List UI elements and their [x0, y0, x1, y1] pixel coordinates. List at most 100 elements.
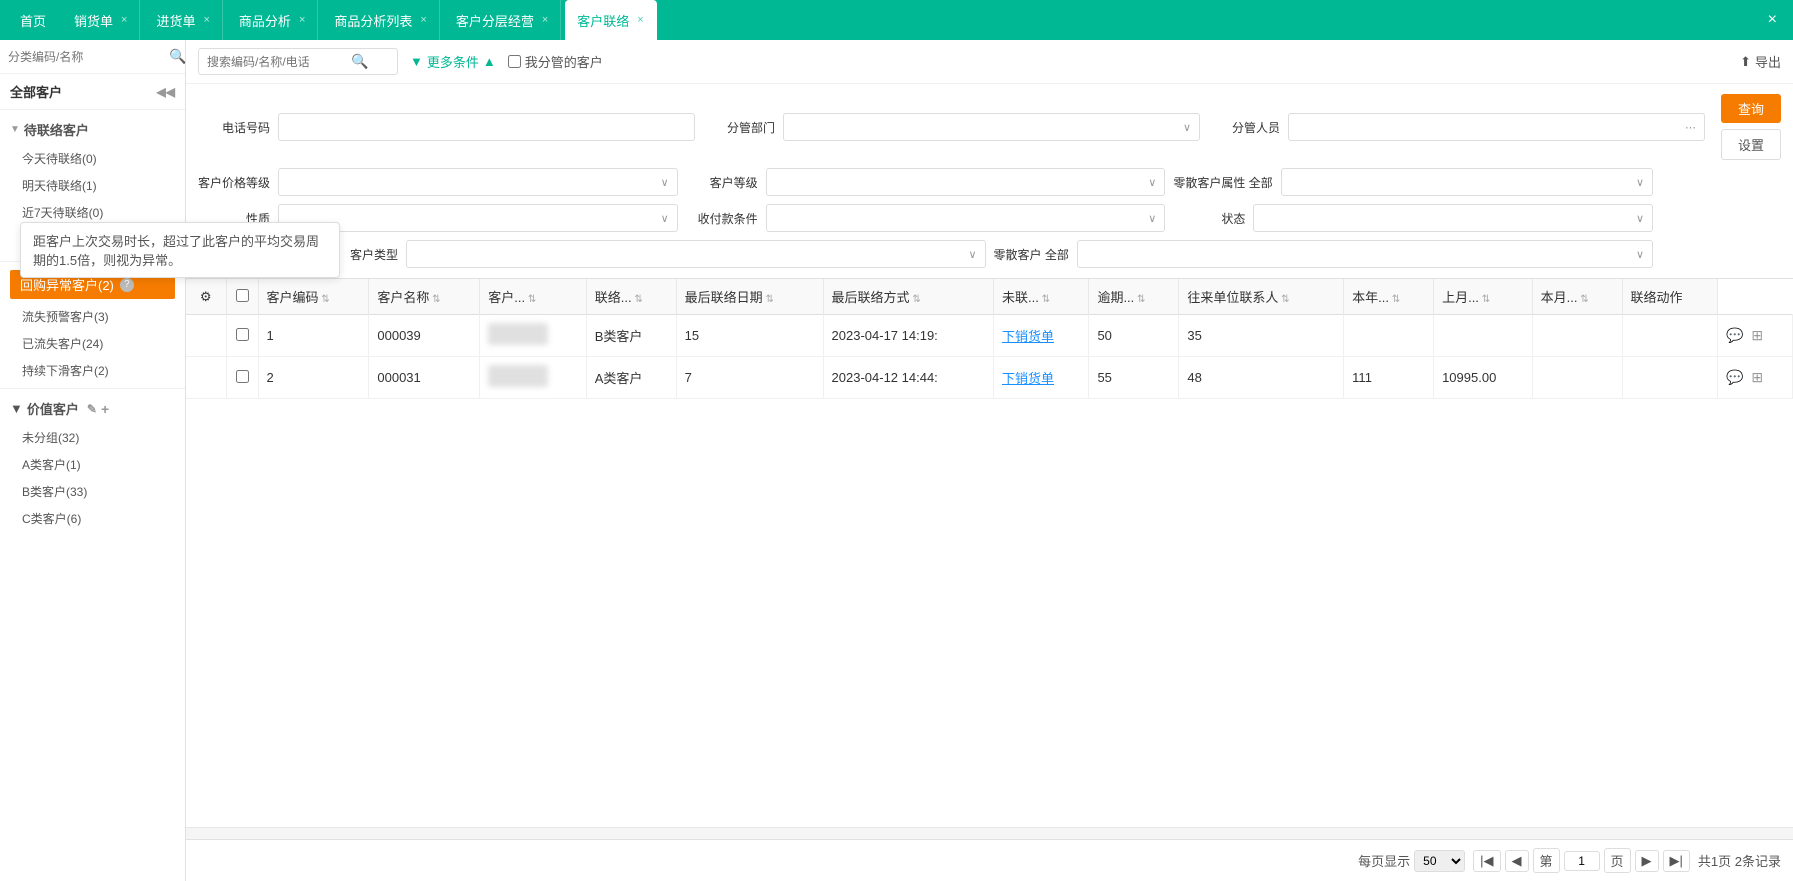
filter-select-customer-type[interactable]: ∨: [406, 240, 986, 268]
nav-tab-customer-segment[interactable]: 客户分层经营 ×: [444, 0, 561, 40]
grid-icon[interactable]: ⊞: [1751, 369, 1763, 386]
filter-select-price-level[interactable]: ∨: [278, 168, 678, 196]
sidebar-group-pending-title[interactable]: ▼ 待联络客户: [0, 114, 185, 145]
sidebar-item-b-class[interactable]: B类客户(33): [0, 478, 185, 505]
close-icon[interactable]: ×: [299, 14, 305, 26]
my-customers-checkbox[interactable]: [508, 55, 521, 68]
cell-checkbox[interactable]: [226, 357, 258, 399]
filter-field-manager: 分管人员 ⋯: [1208, 113, 1705, 141]
cell-customer-type: A类客户: [586, 357, 676, 399]
more-conditions-button[interactable]: ▼ 更多条件 ▲: [406, 52, 500, 71]
col-year-amount[interactable]: 本年...: [1344, 279, 1434, 315]
cell-year-amount: 10995.00: [1434, 357, 1533, 399]
export-button[interactable]: ⬆ 导出: [1740, 52, 1781, 71]
filter-label-retail-attr: 零散客户属性 全部: [1173, 174, 1280, 191]
add-icon[interactable]: +: [101, 401, 109, 417]
last-page-button[interactable]: ▶|: [1663, 850, 1690, 872]
select-all-checkbox[interactable]: [236, 289, 249, 302]
grid-icon[interactable]: ⊞: [1751, 327, 1763, 344]
filter-label-status: 状态: [1173, 210, 1253, 227]
col-not-contacted[interactable]: 未联...: [994, 279, 1089, 315]
filter-field-customer-type: 客户类型 ∨: [326, 240, 986, 268]
edit-icon[interactable]: ✎: [87, 402, 97, 416]
col-customer-name[interactable]: 客户名称: [369, 279, 480, 315]
window-close-button[interactable]: ×: [1760, 11, 1785, 29]
col-checkbox-all[interactable]: [226, 279, 258, 315]
nav-tab-sales[interactable]: 销货单 ×: [62, 0, 140, 40]
chat-icon[interactable]: 💬: [1726, 369, 1743, 386]
row-checkbox-2[interactable]: [236, 370, 249, 383]
filter-select-retail-customer[interactable]: ∨: [1077, 240, 1653, 268]
first-page-button[interactable]: |◀: [1473, 850, 1500, 872]
cell-this-month: [1622, 357, 1717, 399]
search-button[interactable]: 🔍: [351, 53, 368, 70]
close-icon[interactable]: ×: [542, 14, 548, 26]
col-this-month[interactable]: 本月...: [1532, 279, 1622, 315]
row-actions: 💬 ⊞: [1726, 327, 1784, 344]
info-icon[interactable]: ?: [120, 278, 134, 292]
close-icon[interactable]: ×: [203, 14, 209, 26]
query-button[interactable]: 查询: [1721, 94, 1781, 123]
collapse-icon[interactable]: ◀◀: [157, 85, 175, 99]
filter-bar: 🔍 ▼ 更多条件 ▲ 我分管的客户 ⬆ 导出: [186, 40, 1793, 84]
table-container[interactable]: ⚙ 客户编码 客户名称 客户... 联络... 最后联络日期 最后联络方式 未联…: [186, 279, 1793, 827]
filter-select-dept[interactable]: ∨: [783, 113, 1200, 141]
cell-not-contacted: 55: [1089, 357, 1179, 399]
sidebar-search-input[interactable]: [8, 50, 163, 64]
sidebar-item-declining[interactable]: 持续下滑客户(2): [0, 357, 185, 384]
settings-button[interactable]: 设置: [1721, 129, 1781, 160]
sidebar-item-ungrouped[interactable]: 未分组(32): [0, 424, 185, 451]
cell-checkbox[interactable]: [226, 315, 258, 357]
filter-label-customer-level: 客户等级: [686, 174, 766, 191]
nav-tab-purchase[interactable]: 进货单 ×: [144, 0, 222, 40]
sidebar-item-today[interactable]: 今天待联络(0): [0, 145, 185, 172]
search-icon[interactable]: 🔍: [169, 48, 186, 65]
sidebar-item-churn-warning[interactable]: 流失预警客户(3): [0, 303, 185, 330]
contact-method-link[interactable]: 下销货单: [1002, 371, 1054, 386]
col-last-contact-date[interactable]: 最后联络日期: [676, 279, 823, 315]
nav-tab-product-analysis-list[interactable]: 商品分析列表 ×: [322, 0, 439, 40]
filter-select-manager[interactable]: ⋯: [1288, 113, 1705, 141]
filter-select-status[interactable]: ∨: [1253, 204, 1653, 232]
cell-customer-name: [480, 357, 586, 399]
col-unit-contact[interactable]: 往来单位联系人: [1179, 279, 1344, 315]
filter-input-phone[interactable]: [278, 113, 695, 141]
filter-select-payment[interactable]: ∨: [766, 204, 1166, 232]
col-last-contact-method[interactable]: 最后联络方式: [823, 279, 993, 315]
col-overdue[interactable]: 逾期...: [1089, 279, 1179, 315]
nav-tab-product-analysis[interactable]: 商品分析 ×: [227, 0, 318, 40]
page-suffix: 页: [1604, 848, 1631, 873]
sidebar-item-a-class[interactable]: A类客户(1): [0, 451, 185, 478]
row-checkbox-1[interactable]: [236, 328, 249, 341]
prev-page-button[interactable]: ◀: [1505, 850, 1529, 872]
page-number-input[interactable]: [1564, 851, 1600, 871]
cell-no: 1: [258, 315, 369, 357]
sidebar-item-tomorrow[interactable]: 明天待联络(1): [0, 172, 185, 199]
cell-customer-name: [480, 315, 586, 357]
main-search-input[interactable]: [207, 55, 347, 69]
next-page-button[interactable]: ▶: [1635, 850, 1659, 872]
col-customer-type[interactable]: 客户...: [480, 279, 586, 315]
close-icon[interactable]: ×: [420, 14, 426, 26]
filter-select-customer-level[interactable]: ∨: [766, 168, 1166, 196]
sidebar-item-c-class[interactable]: C类客户(6): [0, 505, 185, 532]
sidebar-group-value-title[interactable]: ▼ 价值客户 ✎ +: [0, 393, 185, 424]
nav-tab-customer-contact[interactable]: 客户联络 ×: [565, 0, 656, 40]
pagination: 每页显示 50 100 200 |◀ ◀ 第 页 ▶ ▶| 共1页 2条记录: [186, 839, 1793, 881]
filter-row-1: 电话号码 分管部门 ∨ 分管人员 ⋯: [198, 94, 1781, 160]
filter-label-price-level: 客户价格等级: [198, 174, 278, 191]
filter-select-retail-attr[interactable]: ∨: [1281, 168, 1653, 196]
contact-method-link[interactable]: 下销货单: [1002, 329, 1054, 344]
close-icon[interactable]: ×: [121, 14, 127, 26]
col-last-month[interactable]: 上月...: [1434, 279, 1533, 315]
page-size-select[interactable]: 50 100 200: [1414, 850, 1465, 872]
horizontal-scrollbar[interactable]: [186, 827, 1793, 839]
col-customer-code[interactable]: 客户编码: [258, 279, 369, 315]
nav-tab-home[interactable]: 首页: [8, 11, 58, 30]
cell-unit-contact: 111: [1344, 357, 1434, 399]
close-icon[interactable]: ×: [637, 14, 643, 26]
col-contact-count[interactable]: 联络...: [586, 279, 676, 315]
chat-icon[interactable]: 💬: [1726, 327, 1743, 344]
col-settings[interactable]: ⚙: [186, 279, 226, 315]
sidebar-item-churned[interactable]: 已流失客户(24): [0, 330, 185, 357]
